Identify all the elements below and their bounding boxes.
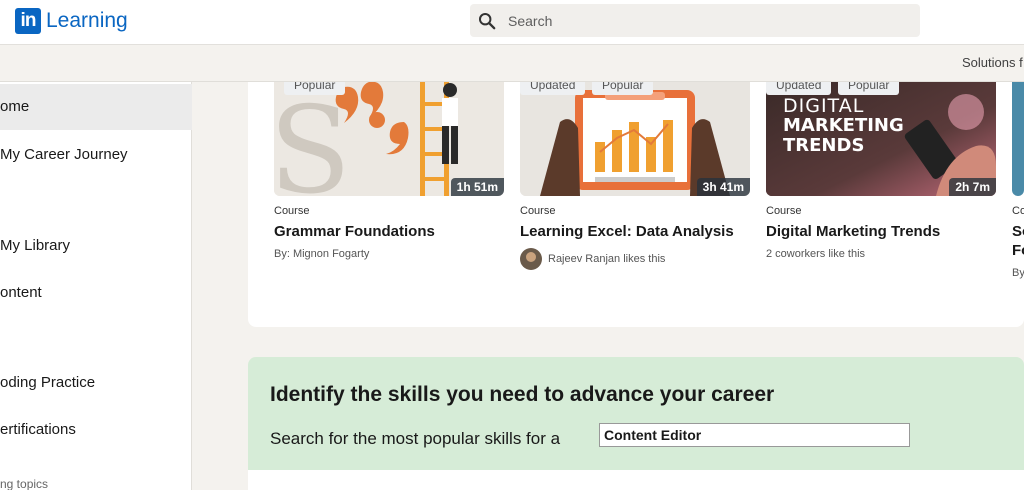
sidebar-item-content[interactable]: ontent — [0, 270, 192, 316]
sidebar-item-label: oding Practice — [0, 374, 96, 391]
course-meta: Rajeev Ranjan likes this — [520, 248, 750, 270]
course-card[interactable]: S Popular 1h 51m Course Grammar Foundati… — [274, 82, 504, 260]
next-section — [248, 470, 1024, 490]
course-thumbnail[interactable] — [1012, 82, 1024, 196]
updated-badge: Updated — [766, 82, 832, 95]
thumbnail-title: DIGITAL MARKETING TRENDS — [783, 96, 904, 156]
course-title[interactable]: Digital Marketing Trends — [766, 223, 996, 240]
skills-subheading: Search for the most popular skills for a — [270, 429, 561, 448]
social-proof-text: 2 coworkers like this — [766, 248, 866, 260]
course-meta: By: Mignon Fogarty — [274, 248, 504, 260]
sub-navigation-bar: Solutions f — [0, 45, 1024, 82]
search-bar[interactable] — [470, 4, 920, 37]
popular-badge: Popular — [592, 82, 654, 95]
course-title[interactable]: Grammar Foundations — [274, 223, 504, 240]
sidebar-item-home[interactable]: ome — [0, 84, 192, 130]
course-meta: By — [1012, 267, 1024, 279]
duration-badge: 3h 41m — [696, 178, 750, 196]
job-title-input[interactable]: Content Editor — [599, 423, 910, 447]
course-card[interactable]: Updated Popular 3h 41m Course Learning E… — [520, 82, 750, 270]
thumb-line-3: TRENDS — [783, 135, 865, 156]
content-type-label: Course — [766, 205, 802, 217]
skills-search-panel: Identify the skills you need to advance … — [248, 357, 1024, 470]
course-carousel: S Popular 1h 51m Course Grammar Foundati… — [248, 82, 1024, 327]
avatar — [520, 248, 542, 270]
sidebar-nav: ome My Career Journey My Library ontent … — [0, 82, 192, 490]
content-type-label: Course — [274, 205, 310, 217]
course-meta: 2 coworkers like this — [766, 248, 996, 260]
search-input[interactable] — [508, 12, 888, 29]
social-proof-text: Rajeev Ranjan likes this — [548, 253, 666, 265]
course-thumbnail[interactable]: S Popular 1h 51m — [274, 82, 504, 196]
linkedin-logo-icon: in — [15, 8, 41, 34]
course-card[interactable]: DIGITAL MARKETING TRENDS Updated Popular… — [766, 82, 996, 260]
updated-badge: Updated — [520, 82, 586, 95]
sidebar-item-my-career-journey[interactable]: My Career Journey — [0, 132, 192, 178]
author-text: By — [1012, 267, 1024, 279]
author-text: By: Mignon Fogarty — [274, 248, 370, 260]
solutions-link[interactable]: Solutions f — [962, 55, 1023, 70]
duration-badge: 1h 51m — [450, 178, 504, 196]
logo-text: Learning — [46, 9, 128, 32]
sidebar-item-label: My Career Journey — [0, 146, 128, 163]
top-header: in Learning — [0, 0, 1024, 45]
course-thumbnail[interactable]: DIGITAL MARKETING TRENDS Updated Popular… — [766, 82, 996, 196]
sidebar-item-label: My Library — [0, 237, 71, 254]
course-title-line-2: Fo — [1012, 242, 1024, 259]
thumb-line-1: DIGITAL — [783, 95, 865, 117]
course-thumbnail[interactable]: Updated Popular 3h 41m — [520, 82, 750, 196]
content-type-label: Co — [1012, 205, 1024, 217]
search-icon — [478, 12, 496, 29]
sidebar-item-label: ome — [0, 98, 30, 115]
sidebar-item-my-library[interactable]: My Library — [0, 223, 192, 269]
sidebar-item-label: ontent — [0, 284, 42, 301]
sidebar-item-label: ertifications — [0, 421, 76, 438]
linkedin-learning-logo[interactable]: in Learning — [15, 8, 128, 34]
popular-badge: Popular — [838, 82, 900, 95]
content-type-label: Course — [520, 205, 556, 217]
sidebar-section-label: ng topics — [0, 477, 49, 490]
skills-heading: Identify the skills you need to advance … — [270, 383, 775, 406]
course-title[interactable]: So — [1012, 223, 1024, 240]
popular-badge: Popular — [284, 82, 346, 95]
thumb-line-2: MARKETING — [783, 115, 904, 136]
duration-badge: 2h 7m — [949, 178, 996, 196]
course-title[interactable]: Learning Excel: Data Analysis — [520, 223, 750, 240]
sidebar-item-certifications[interactable]: ertifications — [0, 407, 192, 453]
course-card[interactable]: Co So Fo By — [1012, 82, 1024, 279]
sidebar-item-coding-practice[interactable]: oding Practice — [0, 360, 192, 406]
